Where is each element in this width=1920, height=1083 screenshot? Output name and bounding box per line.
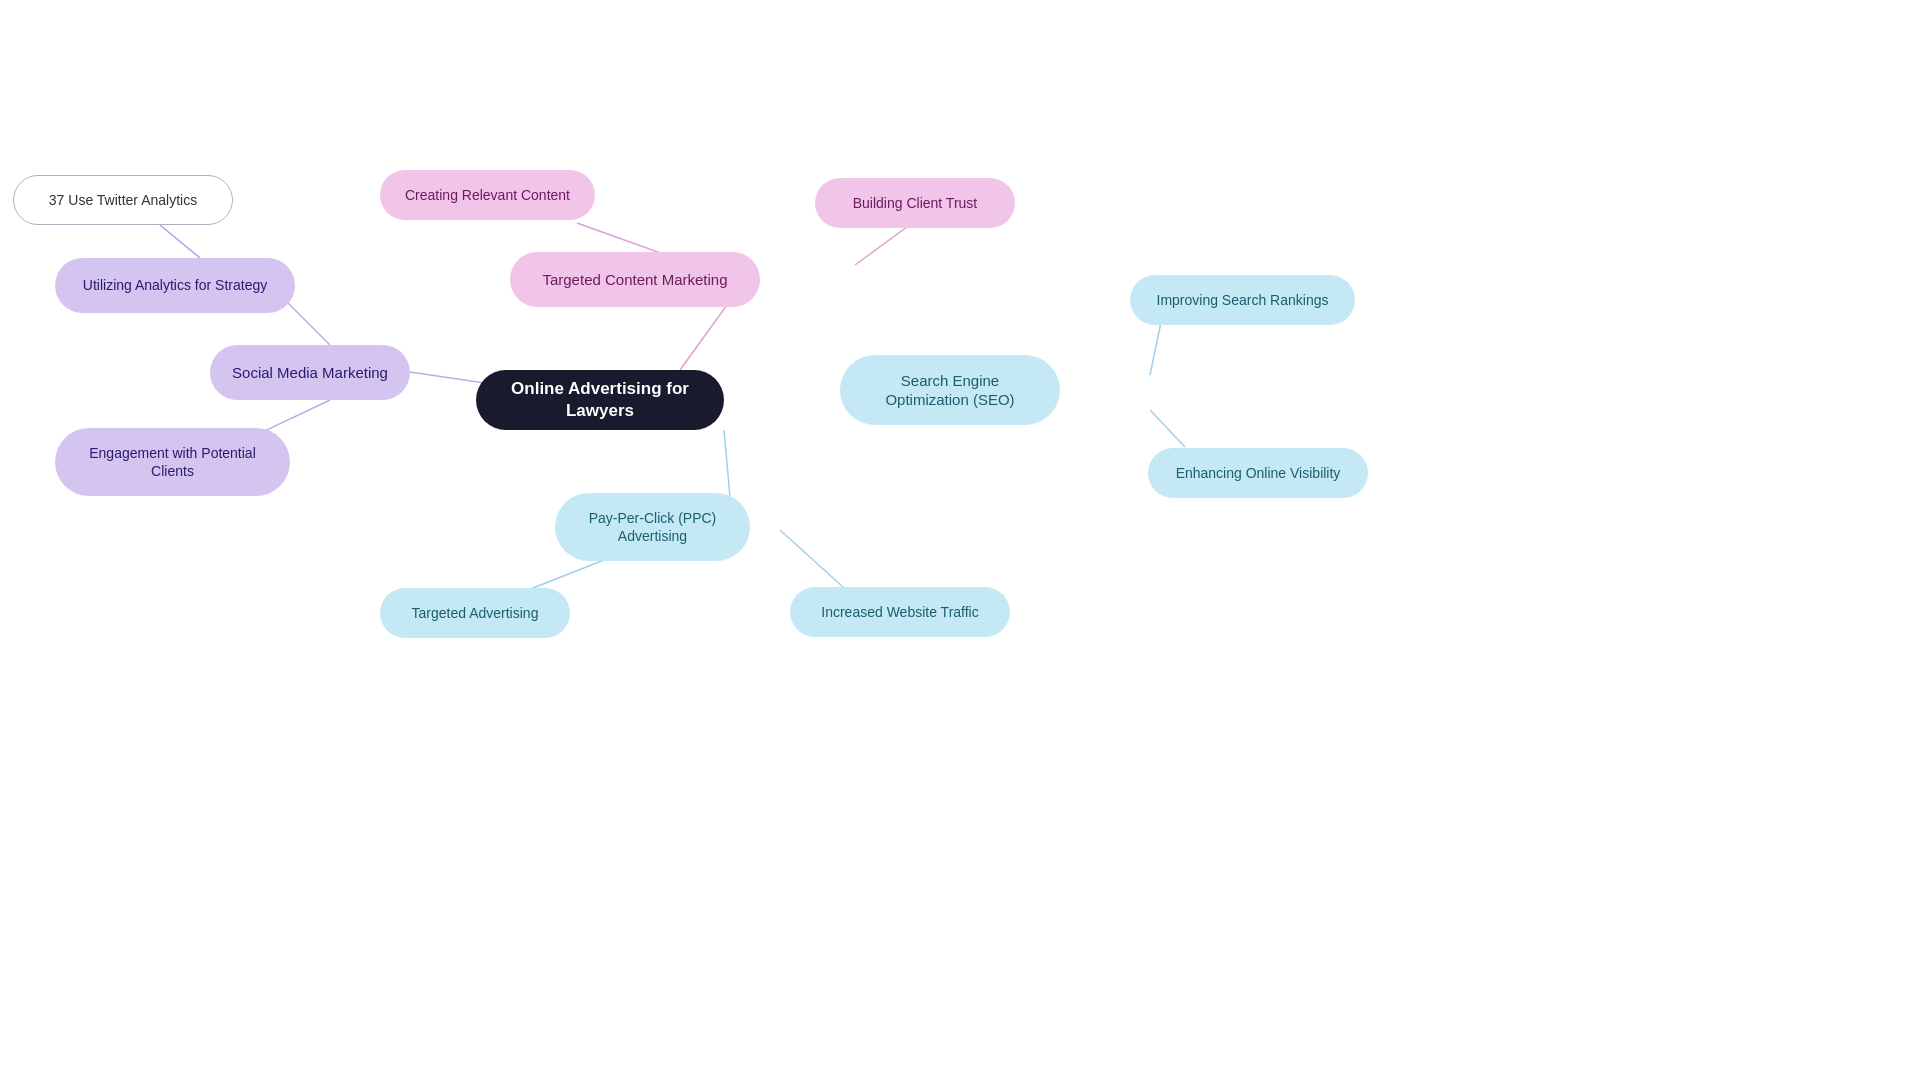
utilizing-analytics-node[interactable]: Utilizing Analytics for Strategy <box>55 258 295 313</box>
svg-line-10 <box>1150 410 1185 447</box>
building-trust-node[interactable]: Building Client Trust <box>815 178 1015 228</box>
svg-line-6 <box>160 225 200 258</box>
engagement-node[interactable]: Engagement with Potential Clients <box>55 428 290 496</box>
increased-traffic-node[interactable]: Increased Website Traffic <box>790 587 1010 637</box>
center-node[interactable]: Online Advertising for Lawyers <box>476 370 724 430</box>
targeted-content-node[interactable]: Targeted Content Marketing <box>510 252 760 307</box>
improving-rankings-node[interactable]: Improving Search Rankings <box>1130 275 1355 325</box>
ppc-node[interactable]: Pay-Per-Click (PPC) Advertising <box>555 493 750 561</box>
targeted-advertising-node[interactable]: Targeted Advertising <box>380 588 570 638</box>
twitter-analytics-node[interactable]: 37 Use Twitter Analytics <box>13 175 233 225</box>
seo-node[interactable]: Search Engine Optimization (SEO) <box>840 355 1060 425</box>
creating-content-node[interactable]: Creating Relevant Content <box>380 170 595 220</box>
enhancing-visibility-node[interactable]: Enhancing Online Visibility <box>1148 448 1368 498</box>
svg-line-3 <box>724 430 730 497</box>
svg-line-12 <box>780 530 843 587</box>
social-media-node[interactable]: Social Media Marketing <box>210 345 410 400</box>
